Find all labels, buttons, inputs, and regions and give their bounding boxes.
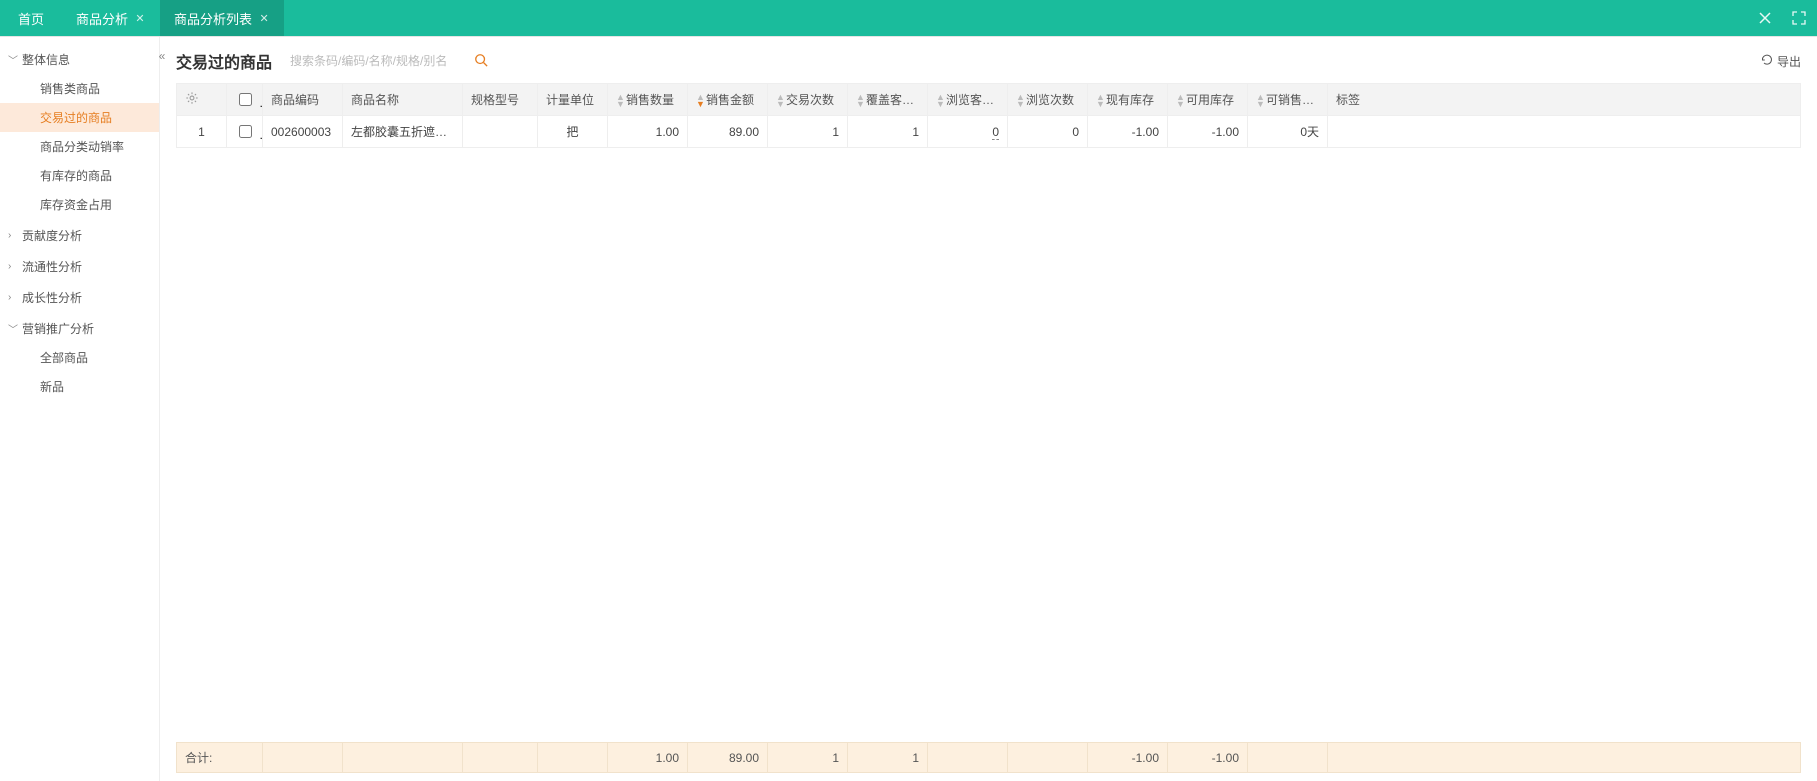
- col-unit[interactable]: 计量单位: [538, 84, 608, 116]
- footer-stock-now: -1.00: [1088, 743, 1168, 773]
- fullscreen-icon[interactable]: [1789, 8, 1809, 28]
- footer-sale-qty: 1.00: [608, 743, 688, 773]
- footer-trade-cnt: 1: [768, 743, 848, 773]
- sidebar-item[interactable]: 交易过的商品: [0, 103, 159, 132]
- sort-icon: ▲▼: [1016, 94, 1024, 108]
- footer-view-cnt: [1008, 743, 1088, 773]
- sidebar-item[interactable]: 库存资金占用: [0, 190, 159, 219]
- sidebar-group-label: 整体信息: [22, 51, 70, 68]
- col-cust-cnt[interactable]: ▲▼覆盖客户数: [848, 84, 928, 116]
- sidebar: « ﹀整体信息销售类商品交易过的商品商品分类动销率有库存的商品库存资金占用›贡献…: [0, 37, 160, 781]
- sidebar-group[interactable]: ﹀ 整体信息: [0, 45, 159, 74]
- tab-analysis-list[interactable]: 商品分析列表 ✕: [160, 0, 284, 36]
- tab-home-label: 首页: [18, 9, 44, 28]
- table-footer-row: 合计: 1.00 89.00 1 1 -1.00 -: [177, 743, 1801, 773]
- sort-icon: ▲▼: [616, 94, 624, 108]
- sidebar-item[interactable]: 全部商品: [0, 343, 159, 372]
- sidebar-group-label: 成长性分析: [22, 289, 82, 306]
- sort-icon: ▲▼: [936, 94, 944, 108]
- sort-icon: ▲▼: [776, 94, 784, 108]
- footer-sale-amt: 89.00: [688, 743, 768, 773]
- col-spec[interactable]: 规格型号: [463, 84, 538, 116]
- footer-view-cust: [928, 743, 1008, 773]
- sidebar-group[interactable]: ﹀ 营销推广分析: [0, 314, 159, 343]
- sidebar-item[interactable]: 销售类商品: [0, 74, 159, 103]
- row-checkbox[interactable]: [239, 125, 252, 138]
- col-trade-cnt[interactable]: ▲▼交易次数: [768, 84, 848, 116]
- chevron-right-icon: ›: [8, 261, 18, 272]
- sidebar-group-label: 贡献度分析: [22, 227, 82, 244]
- search-icon[interactable]: [474, 53, 488, 70]
- gear-icon: [185, 91, 199, 108]
- col-sale-days[interactable]: ▲▼可销售天数: [1248, 84, 1328, 116]
- content-header: 交易过的商品 导出: [160, 37, 1817, 83]
- col-view-cnt[interactable]: ▲▼浏览次数: [1008, 84, 1088, 116]
- tab-analysis-label: 商品分析: [76, 9, 128, 28]
- col-stock-now[interactable]: ▲▼现有库存: [1088, 84, 1168, 116]
- chevron-down-icon: ﹀: [8, 52, 18, 67]
- sidebar-group[interactable]: › 流通性分析: [0, 252, 159, 281]
- col-code[interactable]: 商品编码: [263, 84, 343, 116]
- close-icon[interactable]: ✕: [258, 12, 270, 24]
- view-cust-value[interactable]: 0: [992, 125, 999, 140]
- sort-icon: ▲▼: [1176, 94, 1184, 108]
- col-checkbox[interactable]: [227, 84, 263, 116]
- export-button[interactable]: 导出: [1761, 53, 1801, 70]
- sort-icon: ▲▼: [1096, 94, 1104, 108]
- col-settings[interactable]: [177, 84, 227, 116]
- col-sale-amt[interactable]: ▲▼销售金额: [688, 84, 768, 116]
- footer-stock-avail: -1.00: [1168, 743, 1248, 773]
- sidebar-group[interactable]: › 贡献度分析: [0, 221, 159, 250]
- col-name[interactable]: 商品名称: [343, 84, 463, 116]
- search-input[interactable]: [288, 53, 468, 70]
- refresh-icon: [1761, 54, 1773, 69]
- col-sale-qty[interactable]: ▲▼销售数量: [608, 84, 688, 116]
- content: 交易过的商品 导出: [160, 37, 1817, 781]
- table-row[interactable]: 1002600003左都胶囊五折遮阳伞防晒伞;把1.0089.001100-1.…: [177, 116, 1801, 148]
- chevron-right-icon: ›: [8, 292, 18, 303]
- close-all-icon[interactable]: [1755, 8, 1775, 28]
- chevron-down-icon: ﹀: [8, 321, 18, 336]
- export-label: 导出: [1777, 53, 1801, 70]
- tab-analysis-list-label: 商品分析列表: [174, 9, 252, 28]
- tab-home[interactable]: 首页: [0, 0, 62, 36]
- footer-label: 合计:: [177, 743, 263, 773]
- sidebar-group-label: 流通性分析: [22, 258, 82, 275]
- footer-table: 合计: 1.00 89.00 1 1 -1.00 -: [176, 742, 1801, 773]
- sidebar-item[interactable]: 有库存的商品: [0, 161, 159, 190]
- tab-analysis[interactable]: 商品分析 ✕: [62, 0, 160, 36]
- col-stock-avail[interactable]: ▲▼可用库存: [1168, 84, 1248, 116]
- sidebar-item[interactable]: 新品: [0, 372, 159, 401]
- sidebar-group[interactable]: › 成长性分析: [0, 283, 159, 312]
- search-wrap: [288, 53, 488, 70]
- select-all-checkbox[interactable]: [239, 93, 252, 106]
- data-table: 商品编码 商品名称 规格型号 计量单位 ▲▼销售数量 ▲▼销售金额 ▲▼交易次数…: [176, 83, 1801, 148]
- close-icon[interactable]: ✕: [134, 12, 146, 24]
- sidebar-group-label: 营销推广分析: [22, 320, 94, 337]
- footer-tag: [1328, 743, 1801, 773]
- page-title: 交易过的商品: [176, 49, 272, 73]
- sort-icon: ▲▼: [856, 94, 864, 108]
- footer-sale-days: [1248, 743, 1328, 773]
- top-tab-bar: 首页 商品分析 ✕ 商品分析列表 ✕: [0, 0, 1817, 36]
- col-tag[interactable]: 标签: [1328, 84, 1801, 116]
- sort-icon: ▲▼: [1256, 94, 1264, 108]
- chevron-right-icon: ›: [8, 230, 18, 241]
- sidebar-item[interactable]: 商品分类动销率: [0, 132, 159, 161]
- table-header-row: 商品编码 商品名称 规格型号 计量单位 ▲▼销售数量 ▲▼销售金额 ▲▼交易次数…: [177, 84, 1801, 116]
- footer-cust-cnt: 1: [848, 743, 928, 773]
- sort-icon: ▲▼: [696, 94, 704, 108]
- col-view-cust[interactable]: ▲▼浏览客户数: [928, 84, 1008, 116]
